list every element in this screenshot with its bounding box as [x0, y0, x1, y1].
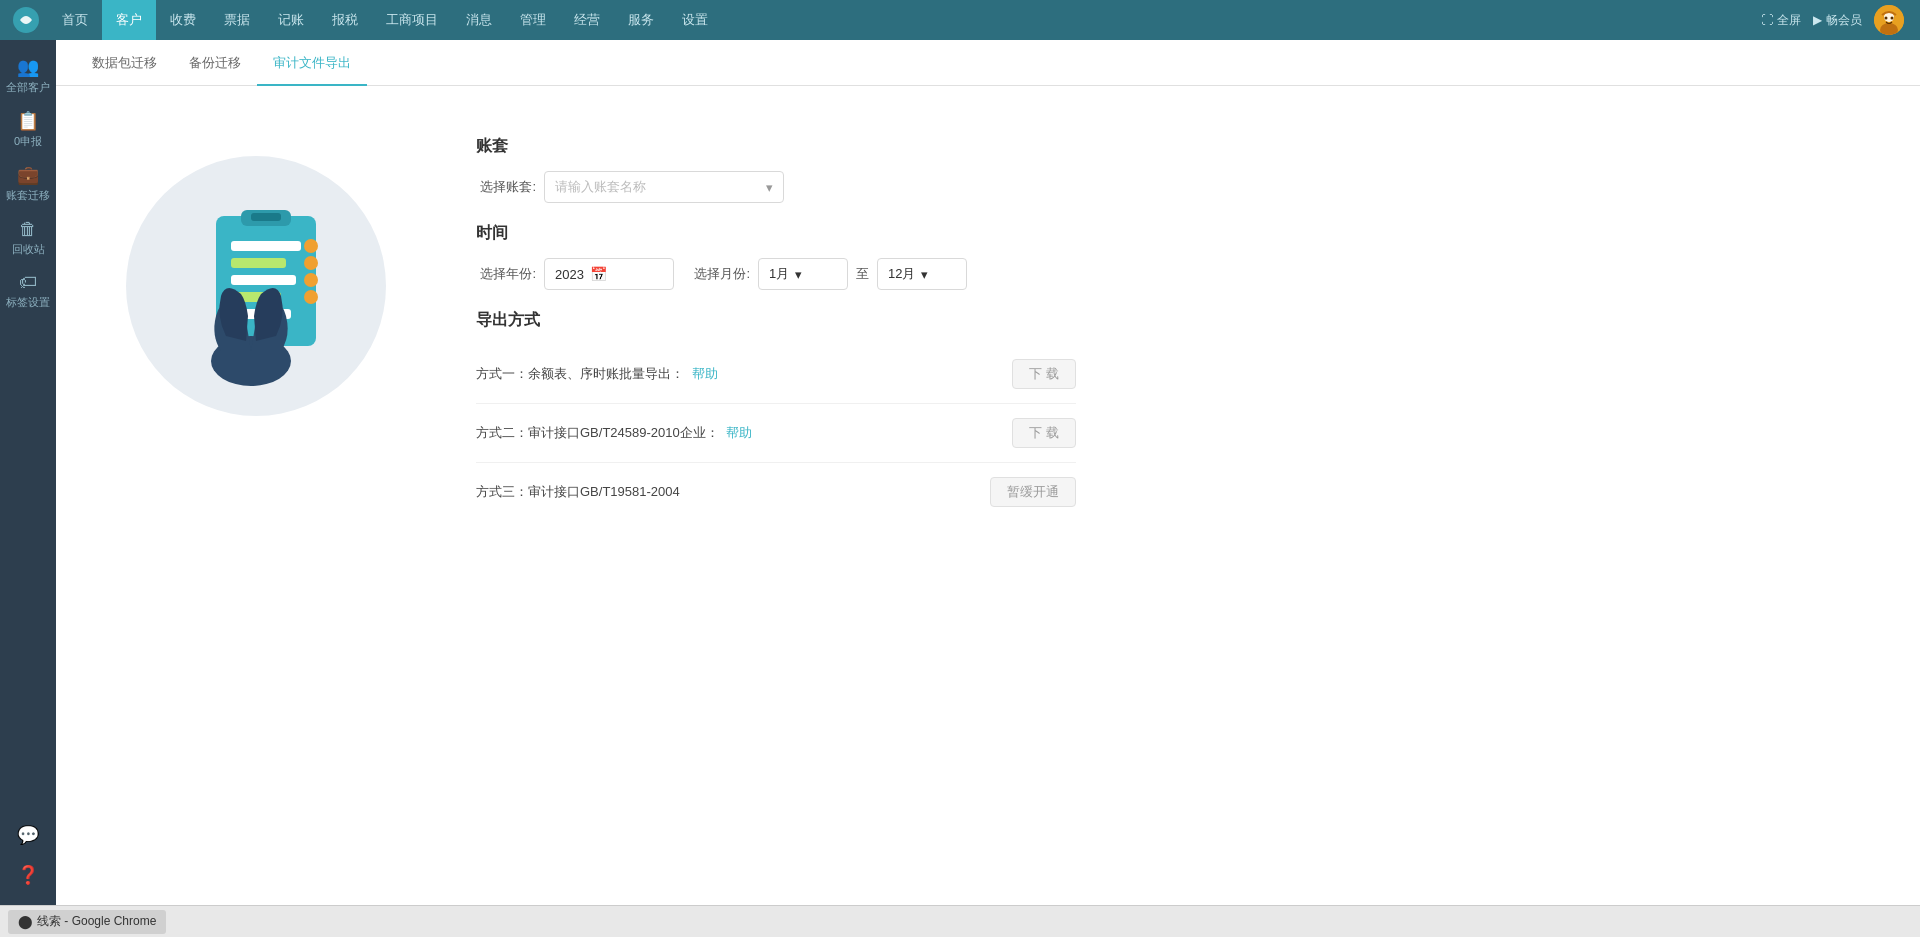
fullscreen-icon: ⛶	[1761, 13, 1773, 27]
page-content: 账套 选择账套: 请输入账套名称 ▾ 时间 选择年份:	[56, 86, 1920, 905]
export-method-2-label: 方式二：审计接口GB/T24589-2010企业： 帮助	[476, 424, 1012, 442]
time-separator: 至	[856, 265, 869, 283]
nav-accounting[interactable]: 记账	[264, 0, 318, 40]
time-section: 时间 选择年份: 2023 📅 选择月份: 1月 ▾ 至	[476, 223, 1076, 290]
nav-operation[interactable]: 经营	[560, 0, 614, 40]
sidebar-item-zero-declare[interactable]: 📋 0申报	[0, 102, 56, 156]
nav-items: 首页 客户 收费 票据 记账 报税 工商项目 消息 管理 经营 服务 设置	[48, 0, 1761, 40]
vip-icon: ▶	[1813, 13, 1822, 27]
year-value: 2023	[555, 267, 584, 282]
content-area: 数据包迁移 备份迁移 审计文件导出	[56, 40, 1920, 905]
calendar-icon: 📅	[590, 266, 607, 282]
sidebar-item-all-customers[interactable]: 👥 全部客户	[0, 48, 56, 102]
main-layout: 👥 全部客户 📋 0申报 💼 账套迁移 🗑 回收站 🏷 标签设置 💬 ❓ 数据包…	[0, 40, 1920, 905]
nav-service[interactable]: 服务	[614, 0, 668, 40]
vip-button[interactable]: ▶ 畅会员	[1813, 12, 1862, 29]
account-section-title: 账套	[476, 136, 1076, 157]
export-method-2-text: 方式二：审计接口GB/T24589-2010企业：	[476, 425, 719, 440]
export-section: 导出方式 方式一：余额表、序时账批量导出： 帮助 下 载 方式二：审计接口GB/…	[476, 310, 1076, 521]
nav-business[interactable]: 工商项目	[372, 0, 452, 40]
chat-icon-button[interactable]: 💬	[0, 817, 56, 853]
nav-invoice[interactable]: 票据	[210, 0, 264, 40]
export-method-1-download-button[interactable]: 下 载	[1012, 359, 1076, 389]
export-method-3-text: 方式三：审计接口GB/T19581-2004	[476, 484, 680, 499]
export-method-2-help[interactable]: 帮助	[726, 425, 752, 440]
nav-message[interactable]: 消息	[452, 0, 506, 40]
user-avatar[interactable]	[1874, 5, 1904, 35]
nav-customer[interactable]: 客户	[102, 0, 156, 40]
illustration-circle	[126, 156, 386, 416]
top-navigation: 首页 客户 收费 票据 记账 报税 工商项目 消息 管理 经营 服务 设置 ⛶ …	[0, 0, 1920, 40]
nav-tax[interactable]: 报税	[318, 0, 372, 40]
chevron-down-icon-month: ▾	[795, 267, 802, 282]
export-method-2-download-button[interactable]: 下 载	[1012, 418, 1076, 448]
month-end-value: 12月	[888, 265, 915, 283]
export-method-1-help[interactable]: 帮助	[692, 366, 718, 381]
svg-rect-8	[231, 258, 286, 268]
svg-point-12	[304, 239, 318, 253]
tab-bar: 数据包迁移 备份迁移 审计文件导出	[56, 40, 1920, 86]
account-row: 选择账套: 请输入账套名称 ▾	[476, 171, 1076, 203]
account-section: 账套 选择账套: 请输入账套名称 ▾	[476, 136, 1076, 203]
tab-audit-export[interactable]: 审计文件导出	[257, 42, 367, 86]
nav-settings[interactable]: 设置	[668, 0, 722, 40]
chrome-icon: ⬤	[18, 914, 33, 929]
app-logo	[8, 2, 44, 38]
customers-icon: 👥	[17, 56, 39, 78]
recycle-icon: 🗑	[19, 219, 37, 240]
illustration-svg	[156, 176, 356, 396]
form-area: 账套 选择账套: 请输入账套名称 ▾ 时间 选择年份:	[476, 126, 1076, 521]
svg-rect-17	[251, 213, 281, 221]
svg-point-5	[1891, 17, 1894, 20]
svg-rect-7	[231, 241, 301, 251]
taskbar-item-label: 线索 - Google Chrome	[37, 913, 156, 930]
illustration-area	[116, 146, 396, 426]
svg-rect-9	[231, 275, 296, 285]
time-row: 选择年份: 2023 📅 选择月份: 1月 ▾ 至 12月	[476, 258, 1076, 290]
year-label: 选择年份:	[476, 265, 536, 283]
month-start-select[interactable]: 1月 ▾	[758, 258, 848, 290]
taskbar-chrome-item[interactable]: ⬤ 线索 - Google Chrome	[8, 910, 166, 934]
sidebar-item-tag-settings[interactable]: 🏷 标签设置	[0, 264, 56, 317]
export-method-3-row: 方式三：审计接口GB/T19581-2004 暂缓开通	[476, 463, 1076, 521]
sidebar-item-recycle[interactable]: 🗑 回收站	[0, 211, 56, 264]
chevron-down-icon: ▾	[766, 180, 773, 195]
export-method-1-text: 方式一：余额表、序时账批量导出：	[476, 366, 684, 381]
nav-manage[interactable]: 管理	[506, 0, 560, 40]
sidebar-bottom: 💬 ❓	[0, 817, 56, 905]
account-label: 选择账套:	[476, 178, 536, 196]
export-method-1-label: 方式一：余额表、序时账批量导出： 帮助	[476, 365, 1012, 383]
account-placeholder: 请输入账套名称	[555, 178, 766, 196]
fullscreen-button[interactable]: ⛶ 全屏	[1761, 12, 1801, 29]
migrate-icon: 💼	[17, 164, 39, 186]
tab-data-migrate[interactable]: 数据包迁移	[76, 42, 173, 86]
sidebar: 👥 全部客户 📋 0申报 💼 账套迁移 🗑 回收站 🏷 标签设置 💬 ❓	[0, 40, 56, 905]
month-end-select[interactable]: 12月 ▾	[877, 258, 967, 290]
svg-point-13	[304, 256, 318, 270]
month-start-value: 1月	[769, 265, 789, 283]
export-method-1-row: 方式一：余额表、序时账批量导出： 帮助 下 载	[476, 345, 1076, 404]
export-method-3-label: 方式三：审计接口GB/T19581-2004	[476, 483, 990, 501]
nav-home[interactable]: 首页	[48, 0, 102, 40]
nav-right-area: ⛶ 全屏 ▶ 畅会员	[1761, 5, 1904, 35]
year-input[interactable]: 2023 📅	[544, 258, 674, 290]
declare-icon: 📋	[17, 110, 39, 132]
taskbar: ⬤ 线索 - Google Chrome	[0, 905, 1920, 937]
chevron-down-icon-end: ▾	[921, 267, 928, 282]
export-section-title: 导出方式	[476, 310, 1076, 331]
tab-backup-migrate[interactable]: 备份迁移	[173, 42, 257, 86]
nav-fee[interactable]: 收费	[156, 0, 210, 40]
sidebar-item-account-migrate[interactable]: 💼 账套迁移	[0, 156, 56, 210]
month-label: 选择月份:	[690, 265, 750, 283]
export-method-2-row: 方式二：审计接口GB/T24589-2010企业： 帮助 下 载	[476, 404, 1076, 463]
export-method-3-open-button[interactable]: 暂缓开通	[990, 477, 1076, 507]
svg-point-15	[304, 290, 318, 304]
account-select[interactable]: 请输入账套名称 ▾	[544, 171, 784, 203]
time-section-title: 时间	[476, 223, 1076, 244]
tag-icon: 🏷	[19, 272, 37, 293]
help-icon-button[interactable]: ❓	[0, 857, 56, 893]
svg-point-4	[1885, 17, 1888, 20]
svg-point-14	[304, 273, 318, 287]
